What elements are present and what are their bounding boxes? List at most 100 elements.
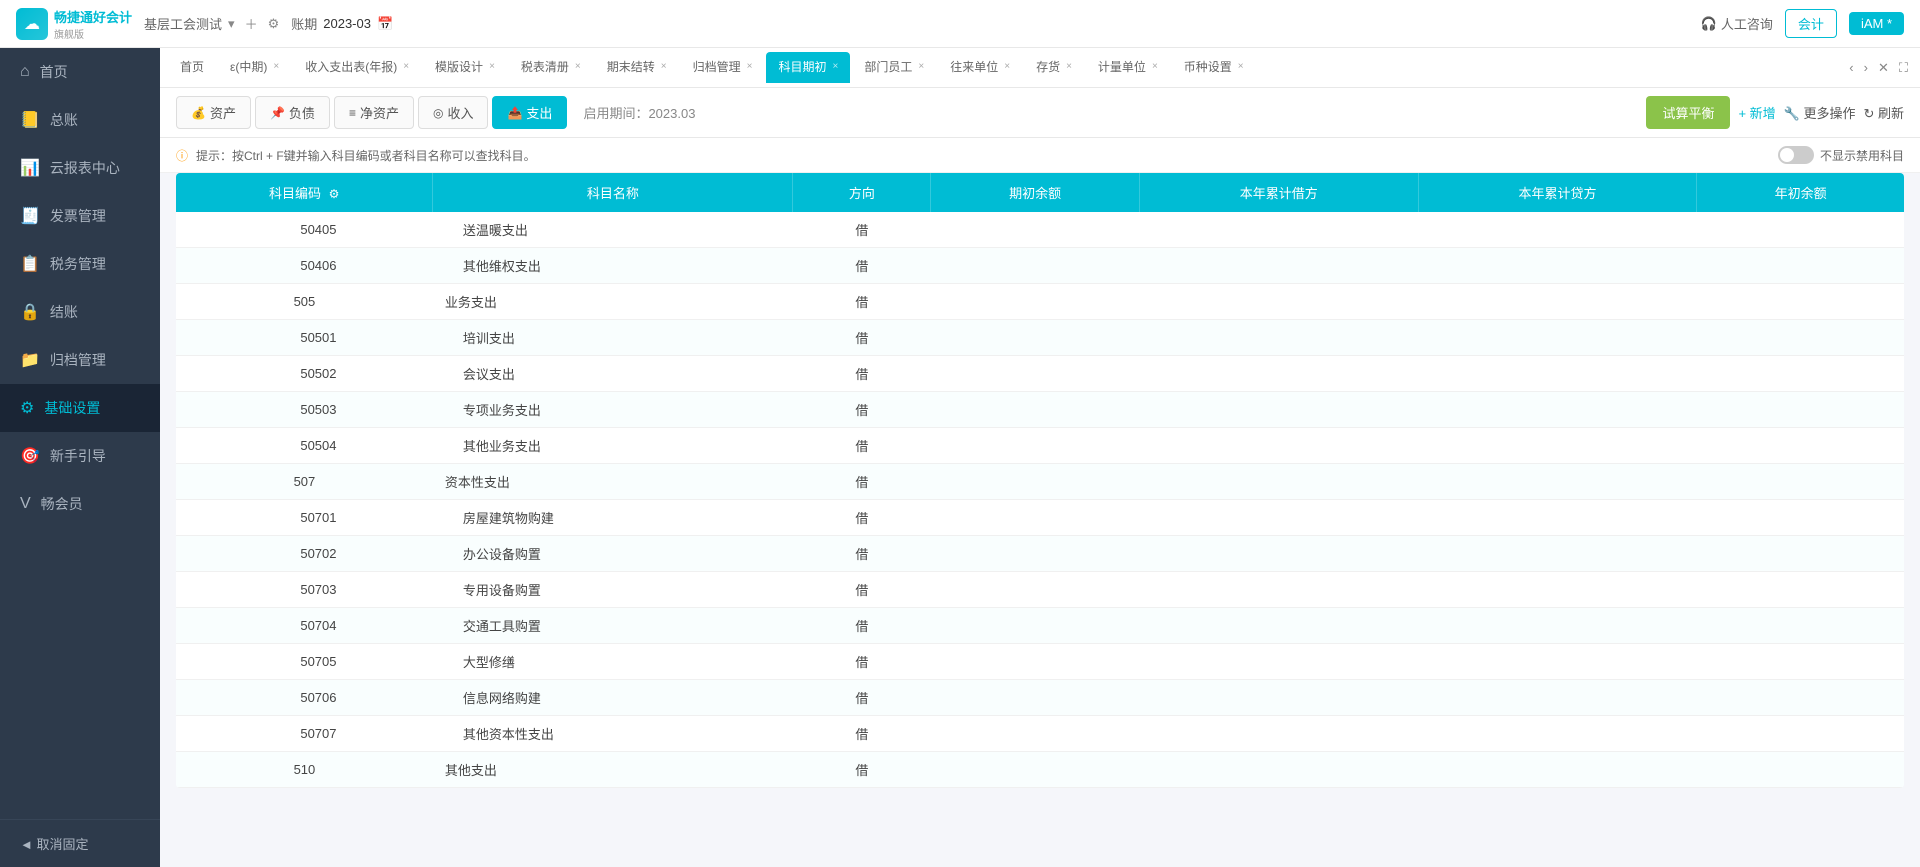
- cell-ytd-debit: [1139, 500, 1418, 536]
- toggle-knob: [1780, 148, 1794, 162]
- tab-counterparty[interactable]: 往来单位 ×: [938, 52, 1022, 83]
- sidebar-item-home[interactable]: ⌂ 首页: [0, 48, 160, 96]
- tab-close-archive[interactable]: ×: [747, 61, 753, 72]
- sub-tab-assets[interactable]: 💰 资产: [176, 96, 251, 129]
- table-row[interactable]: 50704交通工具购置借: [176, 608, 1904, 644]
- cell-code: 510: [176, 752, 433, 788]
- refresh-button[interactable]: ↻ 刷新: [1863, 103, 1904, 122]
- table-row[interactable]: 505业务支出借: [176, 284, 1904, 320]
- tab-inventory-label: 存货: [1036, 58, 1060, 75]
- tab-subject-init[interactable]: 科目期初 ×: [766, 52, 850, 83]
- account-button[interactable]: 会计: [1785, 9, 1837, 38]
- tab-close-dept[interactable]: ×: [918, 61, 924, 72]
- cell-code: 50502: [176, 356, 433, 392]
- sidebar-item-invoice[interactable]: 🧾 发票管理: [0, 192, 160, 240]
- archive-icon: 📁: [20, 350, 40, 370]
- tab-close-all-button[interactable]: ✕: [1874, 60, 1893, 76]
- dropdown-icon[interactable]: ▾: [228, 16, 235, 32]
- sub-tab-net-assets[interactable]: ≡ 净资产: [334, 96, 414, 129]
- tab-close-unit[interactable]: ×: [1152, 61, 1158, 72]
- table-row[interactable]: 50702办公设备购置借: [176, 536, 1904, 572]
- table-row[interactable]: 50502会议支出借: [176, 356, 1904, 392]
- home-icon: ⌂: [20, 63, 30, 81]
- sidebar-item-member[interactable]: V 畅会员: [0, 480, 160, 528]
- cell-opening-balance: [931, 284, 1139, 320]
- calc-balance-button[interactable]: 试算平衡: [1646, 96, 1730, 129]
- reports-icon: 📊: [20, 158, 40, 178]
- tab-inventory[interactable]: 存货 ×: [1024, 52, 1084, 83]
- tab-close-period-close[interactable]: ×: [661, 61, 667, 72]
- tab-annual-report[interactable]: 收入支出表(年报) ×: [293, 52, 421, 83]
- tab-close-currency[interactable]: ×: [1238, 61, 1244, 72]
- cell-year-opening: [1697, 212, 1904, 248]
- tab-tax[interactable]: 税表清册 ×: [509, 52, 593, 83]
- help-button[interactable]: 🎧 人工咨询: [1701, 14, 1773, 33]
- tab-next-button[interactable]: ›: [1860, 60, 1872, 75]
- col-code: 科目编码 ⚙: [176, 173, 433, 212]
- sidebar-item-settings[interactable]: ⚙ 基础设置: [0, 384, 160, 432]
- sidebar-item-tax[interactable]: 📋 税务管理: [0, 240, 160, 288]
- calendar-icon[interactable]: 📅: [377, 16, 393, 32]
- tab-midterm[interactable]: ε(中期) ×: [218, 52, 291, 83]
- sidebar-item-ledger[interactable]: 📒 总账: [0, 96, 160, 144]
- tab-period-close[interactable]: 期末结转 ×: [595, 52, 679, 83]
- tab-counterparty-label: 往来单位: [950, 58, 998, 75]
- table-row[interactable]: 50503专项业务支出借: [176, 392, 1904, 428]
- ledger-icon: 📒: [20, 110, 40, 130]
- cell-year-opening: [1697, 608, 1904, 644]
- tab-close-midterm[interactable]: ×: [273, 61, 279, 72]
- settings-icon[interactable]: ⚙: [268, 16, 280, 32]
- iam-button[interactable]: iAM *: [1849, 12, 1904, 35]
- tab-currency[interactable]: 币种设置 ×: [1172, 52, 1256, 83]
- add-button[interactable]: + 新增: [1738, 103, 1775, 122]
- sidebar-item-guide[interactable]: 🎯 新手引导: [0, 432, 160, 480]
- table-row[interactable]: 50504其他业务支出借: [176, 428, 1904, 464]
- cell-ytd-debit: [1139, 680, 1418, 716]
- sidebar: ⌂ 首页 📒 总账 📊 云报表中心 🧾 发票管理 📋 税务管理 🔒 结账 📁 归…: [0, 48, 160, 867]
- tab-close-tax[interactable]: ×: [575, 61, 581, 72]
- table-row[interactable]: 510其他支出借: [176, 752, 1904, 788]
- sub-tab-income[interactable]: ◎ 收入: [418, 96, 489, 129]
- subjects-table: 科目编码 ⚙ 科目名称 方向 期初余额: [176, 173, 1904, 788]
- table-row[interactable]: 50703专用设备购置借: [176, 572, 1904, 608]
- tab-archive[interactable]: 归档管理 ×: [681, 52, 765, 83]
- tab-template[interactable]: 模版设计 ×: [423, 52, 507, 83]
- cell-year-opening: [1697, 464, 1904, 500]
- table-row[interactable]: 50701房屋建筑物购建借: [176, 500, 1904, 536]
- disabled-toggle[interactable]: [1778, 146, 1814, 164]
- tab-subject-init-label: 科目期初: [778, 58, 826, 75]
- tab-close-inventory[interactable]: ×: [1066, 61, 1072, 72]
- cell-name: 其他业务支出: [433, 428, 793, 464]
- sub-tab-expenditure[interactable]: 📤 支出: [492, 96, 567, 129]
- tab-dept[interactable]: 部门员工 ×: [852, 52, 936, 83]
- table-row[interactable]: 50707其他资本性支出借: [176, 716, 1904, 752]
- tab-close-counterparty[interactable]: ×: [1004, 61, 1010, 72]
- more-operations-button[interactable]: 🔧 更多操作: [1784, 103, 1856, 122]
- tab-unit[interactable]: 计量单位 ×: [1086, 52, 1170, 83]
- tab-prev-button[interactable]: ‹: [1845, 60, 1857, 75]
- sidebar-collapse-button[interactable]: ◄ 取消固定: [0, 819, 160, 867]
- sub-tab-liabilities[interactable]: 📌 负债: [255, 96, 330, 129]
- table-row[interactable]: 50405送温暖支出借: [176, 212, 1904, 248]
- collapse-label: ◄ 取消固定: [20, 834, 88, 853]
- sidebar-item-archive[interactable]: 📁 归档管理: [0, 336, 160, 384]
- tab-close-annual-report[interactable]: ×: [403, 61, 409, 72]
- logo-area: ☁ 畅捷通好会计 旗舰版: [16, 7, 132, 41]
- table-row[interactable]: 50705大型修缮借: [176, 644, 1904, 680]
- table-row[interactable]: 50706信息网络购建借: [176, 680, 1904, 716]
- table-row[interactable]: 50501培训支出借: [176, 320, 1904, 356]
- tab-close-subject-init[interactable]: ×: [833, 61, 839, 72]
- tab-expand-button[interactable]: ⛶: [1895, 60, 1912, 76]
- add-project-icon[interactable]: ＋: [245, 14, 258, 33]
- cell-year-opening: [1697, 536, 1904, 572]
- tab-home[interactable]: 首页: [168, 52, 216, 83]
- table-row[interactable]: 50406其他维权支出借: [176, 248, 1904, 284]
- tab-home-label: 首页: [180, 58, 204, 75]
- col-settings-icon[interactable]: ⚙: [329, 187, 340, 201]
- cell-year-opening: [1697, 644, 1904, 680]
- table-row[interactable]: 507资本性支出借: [176, 464, 1904, 500]
- sidebar-item-reports[interactable]: 📊 云报表中心: [0, 144, 160, 192]
- sidebar-label-settings: 基础设置: [44, 398, 100, 418]
- tab-close-template[interactable]: ×: [489, 61, 495, 72]
- sidebar-item-close[interactable]: 🔒 结账: [0, 288, 160, 336]
